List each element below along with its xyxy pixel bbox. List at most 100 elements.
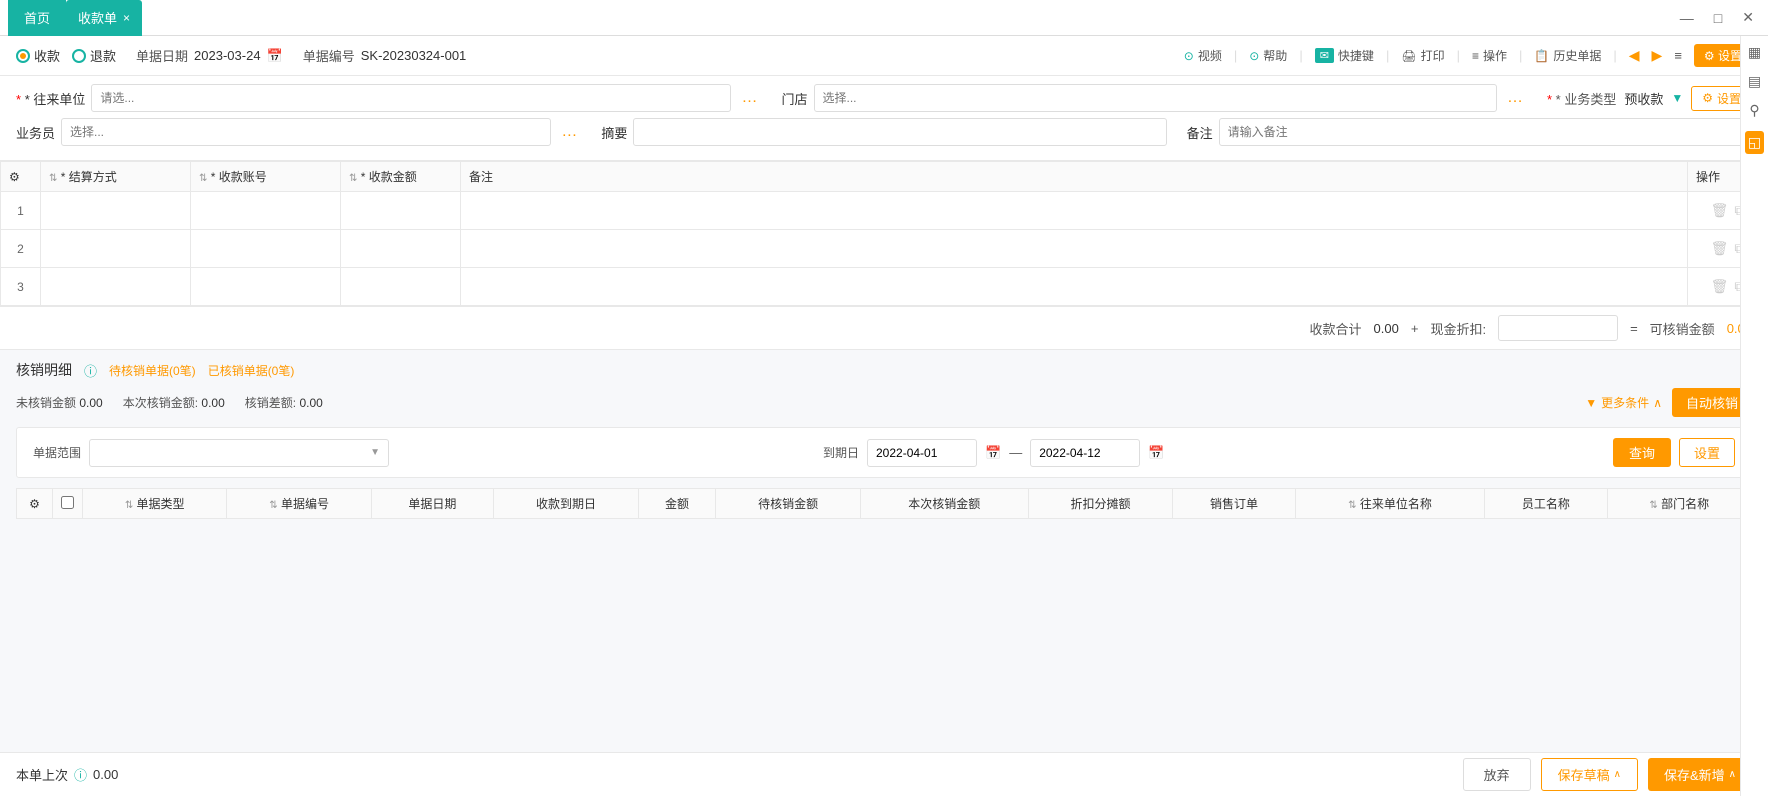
eq-sign: = <box>1630 321 1638 336</box>
net-label: 可核销金额 <box>1650 319 1715 338</box>
row1-amount[interactable] <box>341 192 461 230</box>
type-receipt-radio[interactable]: 收款 <box>16 46 60 65</box>
biz-type-label: * * 业务类型 <box>1547 89 1616 108</box>
row3-account[interactable] <box>191 268 341 306</box>
wt-col-sales-order: 销售订单 <box>1173 489 1295 519</box>
row2-account[interactable] <box>191 230 341 268</box>
row1-account[interactable] <box>191 192 341 230</box>
chevron-up-icon: ∧ <box>1653 396 1662 410</box>
help-icon: ⊙ <box>1249 49 1259 63</box>
due-date-label: 到期日 <box>823 444 859 461</box>
sidebar-attach-icon[interactable]: ⚲ <box>1749 102 1759 119</box>
sidebar-expand-icon[interactable]: ◱ <box>1745 131 1764 154</box>
counterpart-more-icon[interactable]: … <box>737 89 761 107</box>
maximize-button[interactable]: □ <box>1708 8 1728 28</box>
per-page-label: 本单上次 <box>16 765 68 784</box>
nav-prev-icon[interactable]: ◀ <box>1629 47 1640 64</box>
row1-remark[interactable] <box>461 192 1688 230</box>
date-separator: — <box>1009 445 1022 460</box>
save-new-button[interactable]: 保存&新增 ∧ <box>1648 758 1752 791</box>
calendar-to-icon: 📅 <box>1148 445 1164 461</box>
wt-col-checkbox[interactable] <box>53 489 83 519</box>
remark-input[interactable] <box>1219 118 1752 146</box>
save-new-label: 保存&新增 <box>1664 765 1725 784</box>
query-button[interactable]: 查询 <box>1613 438 1671 467</box>
wt-col-settings[interactable]: ⚙ <box>17 489 53 519</box>
done-tab[interactable]: 已核销单据(0笔) <box>208 362 295 379</box>
date-label: 单据日期 <box>136 46 188 65</box>
biz-type-field: * * 业务类型 预收款 ▼ ⚙ 设置 <box>1547 86 1752 111</box>
sidebar-table-icon[interactable]: ▦ <box>1748 44 1761 61</box>
type-refund-radio[interactable]: 退款 <box>72 46 116 65</box>
diff-label: 核销差额: 0.00 <box>245 394 323 411</box>
row1-delete-icon[interactable]: 🗑 <box>1711 202 1729 219</box>
col-settings-header[interactable]: ⚙ <box>1 162 41 192</box>
row3-settle[interactable] <box>41 268 191 306</box>
form-fields: * * 往来单位 … 门店 … * * 业务类型 预收款 ▼ ⚙ 设置 <box>0 76 1768 161</box>
row2-delete-icon[interactable]: 🗑 <box>1711 240 1729 257</box>
col-amount-header: ⇅ * 收款金额 <box>341 162 461 192</box>
store-more-icon[interactable]: … <box>1503 89 1527 107</box>
history-button[interactable]: 📋 历史单据 <box>1534 47 1601 64</box>
range-arrow: ▼ <box>370 447 380 458</box>
row-num-2: 2 <box>1 230 41 268</box>
save-draft-button[interactable]: 保存草稿 ∧ <box>1541 758 1638 791</box>
wt-col-amount: 金额 <box>638 489 715 519</box>
help-button[interactable]: ⊙ 帮助 <box>1249 47 1287 64</box>
filter-icon: ▼ <box>1585 396 1597 410</box>
row3-delete-icon[interactable]: 🗑 <box>1711 278 1729 295</box>
date-to-input[interactable] <box>1030 439 1140 467</box>
shortcut-button[interactable]: ✉ 快捷键 <box>1315 47 1374 64</box>
nav-next-icon[interactable]: ▶ <box>1652 47 1663 64</box>
sidebar-list-icon[interactable]: ▤ <box>1748 73 1761 90</box>
pending-tab[interactable]: 待核销单据(0笔) <box>109 362 196 379</box>
staff-more-icon[interactable]: … <box>557 123 581 141</box>
biz-type-arrow[interactable]: ▼ <box>1671 91 1683 105</box>
print-button[interactable]: 🖨 打印 <box>1401 47 1444 64</box>
minimize-button[interactable]: — <box>1674 8 1700 28</box>
staff-input[interactable] <box>61 118 551 146</box>
row3-remark[interactable] <box>461 268 1688 306</box>
col-settle-header: ⇅ * 结算方式 <box>41 162 191 192</box>
table-settings-icon[interactable]: ⚙ <box>9 170 20 184</box>
counterpart-label: * * 往来单位 <box>16 89 85 108</box>
receipt-radio-label: 收款 <box>34 46 60 65</box>
view-toggle-icon[interactable]: ≡ <box>1674 48 1682 63</box>
wt-col-pending: 待核销金额 <box>716 489 861 519</box>
row2-remark[interactable] <box>461 230 1688 268</box>
row1-settle[interactable] <box>41 192 191 230</box>
calendar-from-icon: 📅 <box>985 445 1001 461</box>
wt-col-doc-date: 单据日期 <box>371 489 493 519</box>
date-field: 单据日期 2023-03-24 📅 <box>136 46 283 65</box>
bottom-actions: 放弃 保存草稿 ∧ 保存&新增 ∧ <box>1463 758 1752 791</box>
counterpart-input[interactable] <box>91 84 731 112</box>
receipt-radio-dot <box>16 49 30 63</box>
calendar-icon[interactable]: 📅 <box>267 48 283 64</box>
row3-amount[interactable] <box>341 268 461 306</box>
save-draft-label: 保存草稿 <box>1558 765 1610 784</box>
more-conditions-button[interactable]: ▼ 更多条件 ∧ <box>1585 394 1662 411</box>
range-select[interactable]: ▼ <box>89 439 389 467</box>
operation-button[interactable]: ≡ 操作 <box>1472 47 1507 64</box>
discount-input[interactable] <box>1498 315 1618 341</box>
abandon-button[interactable]: 放弃 <box>1463 758 1531 791</box>
current-label: 本次核销金额: 0.00 <box>123 394 225 411</box>
tab-home[interactable]: 首页 <box>8 0 66 36</box>
store-input[interactable] <box>814 84 1497 112</box>
video-button[interactable]: ⊙ 视频 <box>1184 47 1222 64</box>
settings-label: 设置 <box>1717 90 1741 107</box>
plus-sign: + <box>1411 321 1419 336</box>
info-icon[interactable]: ⓘ <box>84 361 97 380</box>
current-value: 0.00 <box>201 396 224 410</box>
row2-settle[interactable] <box>41 230 191 268</box>
table-row: 1 🗑 ⧉ <box>1 192 1768 230</box>
date-from-input[interactable] <box>867 439 977 467</box>
summary-input[interactable] <box>633 118 1166 146</box>
tab-receipt[interactable]: 收款单 × <box>66 0 142 36</box>
filter-settings-button[interactable]: 设置 <box>1679 438 1735 467</box>
window-close-button[interactable]: ✕ <box>1736 7 1760 28</box>
close-icon[interactable]: × <box>123 11 130 25</box>
date-value[interactable]: 2023-03-24 <box>194 48 261 63</box>
select-all-checkbox[interactable] <box>61 496 74 509</box>
row2-amount[interactable] <box>341 230 461 268</box>
